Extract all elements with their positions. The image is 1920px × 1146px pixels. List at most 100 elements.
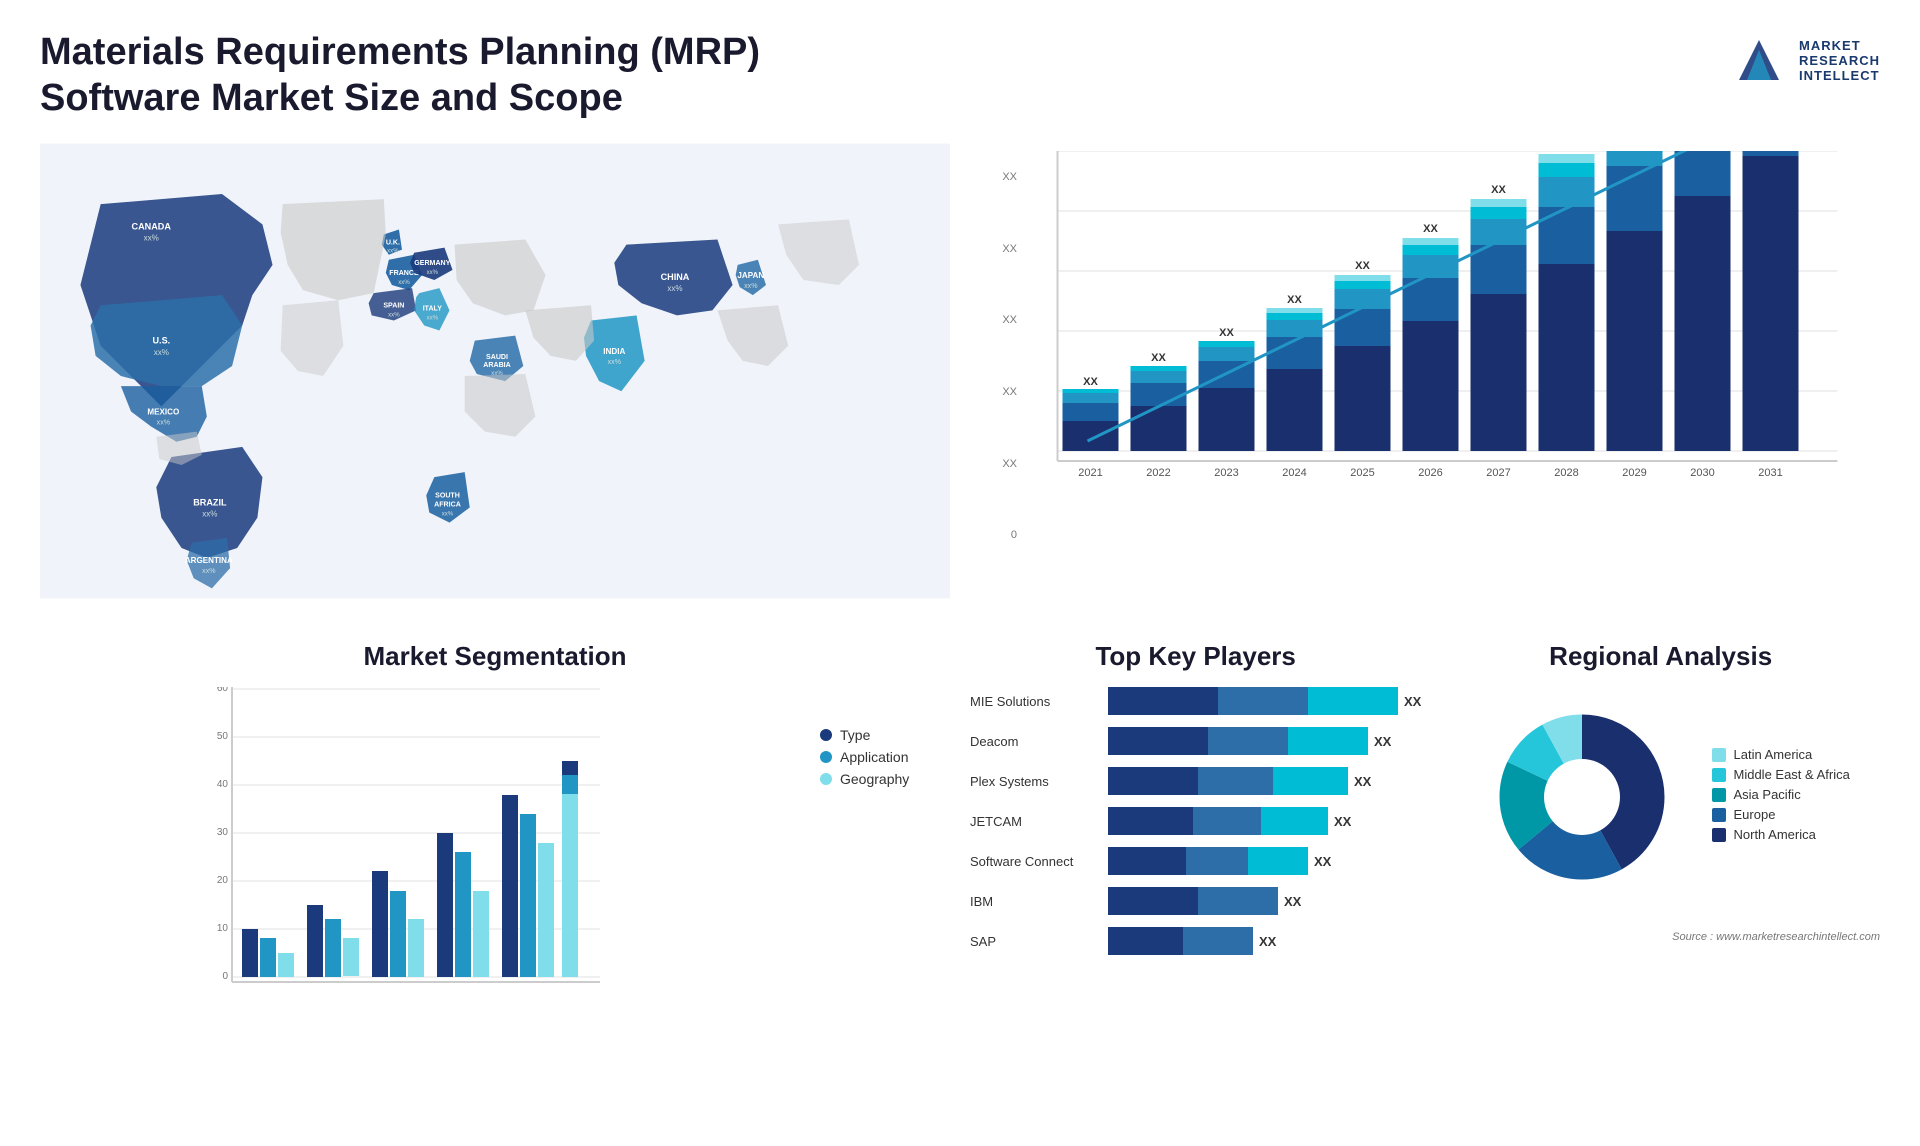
- svg-text:40: 40: [217, 779, 229, 790]
- svg-text:xx%: xx%: [427, 270, 439, 276]
- asia-pacific-color: [1712, 788, 1726, 802]
- svg-text:20: 20: [217, 875, 229, 886]
- player-val: XX: [1284, 894, 1301, 909]
- legend-middle-east-africa: Middle East & Africa: [1712, 767, 1850, 782]
- svg-text:XX: XX: [1355, 260, 1370, 272]
- source-text: Source : www.marketresearchintellect.com: [1672, 931, 1880, 943]
- svg-text:xx%: xx%: [388, 313, 400, 319]
- legend-label-application: Application: [840, 749, 909, 765]
- player-plex-systems: Plex Systems XX: [970, 767, 1421, 795]
- player-name: Plex Systems: [970, 774, 1100, 789]
- europe-label: Europe: [1734, 807, 1776, 822]
- legend-label-type: Type: [840, 727, 870, 743]
- player-mie-solutions: MIE Solutions XX: [970, 687, 1421, 715]
- logo-text-line3: INTELLECT: [1799, 68, 1880, 83]
- top-players-section: Top Key Players MIE Solutions XX: [970, 641, 1421, 1137]
- svg-text:XX: XX: [1151, 352, 1166, 364]
- europe-color: [1712, 808, 1726, 822]
- svg-text:INDIA: INDIA: [603, 347, 625, 356]
- player-bar-container: XX: [1108, 807, 1421, 835]
- logo-area: MARKET RESEARCH INTELLECT: [1729, 30, 1880, 90]
- logo-text-line1: MARKET: [1799, 38, 1880, 53]
- svg-text:MEXICO: MEXICO: [147, 408, 179, 417]
- svg-text:CHINA: CHINA: [661, 272, 690, 282]
- regional-title: Regional Analysis: [1441, 641, 1880, 672]
- application-dot: [820, 751, 832, 763]
- player-val: XX: [1404, 694, 1421, 709]
- asia-pacific-label: Asia Pacific: [1734, 787, 1801, 802]
- player-jetcam: JETCAM XX: [970, 807, 1421, 835]
- svg-text:xx%: xx%: [202, 568, 216, 575]
- player-ibm: IBM XX: [970, 887, 1421, 915]
- svg-text:ARGENTINA: ARGENTINA: [185, 556, 233, 565]
- player-deacom: Deacom XX: [970, 727, 1421, 755]
- svg-text:60: 60: [217, 687, 229, 694]
- player-name: Software Connect: [970, 854, 1100, 869]
- svg-text:XX: XX: [1287, 294, 1302, 306]
- svg-text:AFRICA: AFRICA: [434, 502, 461, 509]
- svg-text:ITALY: ITALY: [423, 306, 443, 313]
- north-america-color: [1712, 828, 1726, 842]
- svg-text:GERMANY: GERMANY: [414, 260, 450, 267]
- legend-asia-pacific: Asia Pacific: [1712, 787, 1850, 802]
- legend-item-type: Type: [820, 727, 950, 743]
- player-val: XX: [1354, 774, 1371, 789]
- svg-text:U.S.: U.S.: [152, 336, 170, 346]
- svg-text:2029: 2029: [1622, 467, 1646, 479]
- middle-east-label: Middle East & Africa: [1734, 767, 1850, 782]
- player-val: XX: [1259, 934, 1276, 949]
- regional-legend: Latin America Middle East & Africa Asia …: [1712, 747, 1850, 847]
- page-container: Materials Requirements Planning (MRP) So…: [0, 0, 1920, 1146]
- regional-section: Regional Analysis: [1441, 641, 1880, 1137]
- player-name: JETCAM: [970, 814, 1100, 829]
- map-section: CANADA xx% U.S. xx% MEXICO xx% BRAZIL xx…: [40, 141, 950, 621]
- legend-europe: Europe: [1712, 807, 1850, 822]
- player-name: IBM: [970, 894, 1100, 909]
- svg-text:2030: 2030: [1690, 467, 1714, 479]
- svg-text:2024: 2024: [1282, 467, 1306, 479]
- svg-text:10: 10: [217, 923, 229, 934]
- player-val: XX: [1334, 814, 1351, 829]
- svg-text:xx%: xx%: [608, 359, 622, 366]
- player-bar-container: XX: [1108, 767, 1421, 795]
- y-axis-labels: 0 XX XX XX XX XX: [970, 171, 1025, 541]
- svg-text:xx%: xx%: [398, 280, 410, 286]
- page-title: Materials Requirements Planning (MRP) So…: [40, 30, 840, 121]
- legend-label-geography: Geography: [840, 771, 909, 787]
- svg-text:CANADA: CANADA: [132, 222, 172, 232]
- svg-text:xx%: xx%: [744, 283, 758, 290]
- player-bar-container: XX: [1108, 727, 1421, 755]
- svg-text:xx%: xx%: [154, 348, 169, 357]
- svg-text:JAPAN: JAPAN: [737, 271, 764, 280]
- segmentation-section: Market Segmentation 0 10 20 30 40 50 60: [40, 641, 950, 1137]
- world-map: CANADA xx% U.S. xx% MEXICO xx% BRAZIL xx…: [40, 141, 950, 601]
- svg-text:2026: 2026: [1418, 467, 1442, 479]
- svg-text:2022: 2022: [1146, 467, 1170, 479]
- svg-text:xx%: xx%: [427, 316, 439, 322]
- svg-text:xx%: xx%: [202, 510, 217, 519]
- svg-text:xx%: xx%: [144, 234, 159, 243]
- svg-text:xx%: xx%: [157, 420, 171, 427]
- player-software-connect: Software Connect XX: [970, 847, 1421, 875]
- logo-icon: [1729, 30, 1789, 90]
- svg-text:SAUDI: SAUDI: [486, 354, 508, 361]
- svg-text:BRAZIL: BRAZIL: [193, 498, 227, 508]
- geography-dot: [820, 773, 832, 785]
- latin-america-label: Latin America: [1734, 747, 1813, 762]
- svg-text:2023: 2023: [1214, 467, 1238, 479]
- player-val: XX: [1374, 734, 1391, 749]
- player-name: SAP: [970, 934, 1100, 949]
- market-bar-chart: 0 XX XX XX XX XX: [970, 141, 1880, 621]
- players-list: MIE Solutions XX Deacom: [970, 687, 1421, 955]
- svg-text:SOUTH: SOUTH: [435, 493, 460, 500]
- latin-america-color: [1712, 748, 1726, 762]
- players-title: Top Key Players: [970, 641, 1421, 672]
- svg-text:50: 50: [217, 731, 229, 742]
- svg-text:xx%: xx%: [667, 284, 682, 293]
- segmentation-title: Market Segmentation: [40, 641, 950, 672]
- bottom-right: Top Key Players MIE Solutions XX: [970, 641, 1880, 1137]
- legend-latin-america: Latin America: [1712, 747, 1850, 762]
- header: Materials Requirements Planning (MRP) So…: [40, 30, 1880, 121]
- svg-text:XX: XX: [1219, 327, 1234, 339]
- svg-text:2027: 2027: [1486, 467, 1510, 479]
